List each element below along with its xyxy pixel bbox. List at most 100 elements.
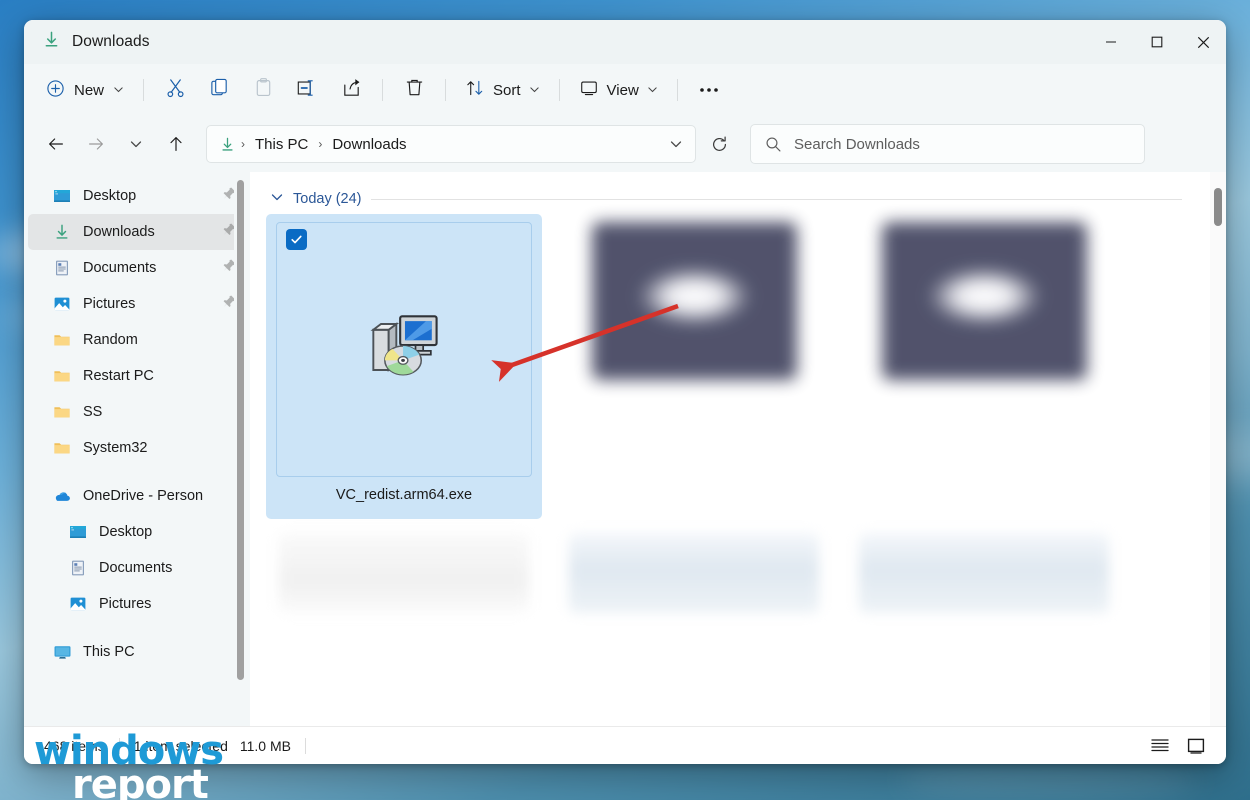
maximize-button[interactable] [1134, 20, 1180, 64]
address-bar[interactable]: › This PC › Downloads [206, 125, 696, 163]
sidebar-item-ss[interactable]: SS [28, 394, 244, 430]
window-title: Downloads [72, 33, 150, 50]
refresh-icon [712, 135, 726, 151]
new-button-label: New [74, 81, 105, 99]
command-toolbar: New Sort View [24, 64, 1226, 116]
more-options-button[interactable] [687, 73, 731, 107]
sort-button-label: Sort [493, 81, 521, 99]
downloads-arrow-icon [52, 222, 72, 242]
arrow-up-icon [170, 137, 182, 151]
copy-icon [209, 77, 230, 103]
recent-locations-button[interactable] [116, 127, 156, 161]
file-tile-blurred[interactable] [846, 533, 1122, 623]
forward-button[interactable] [76, 127, 116, 161]
delete-button[interactable] [392, 73, 436, 107]
file-grid: VC_redist.arm64.exe [250, 212, 1226, 623]
selection-count-label: 1 item selected [133, 737, 228, 754]
sidebar-item-onedrive[interactable]: OneDrive - Person [28, 478, 244, 514]
paste-button[interactable] [241, 73, 285, 107]
back-button[interactable] [36, 127, 76, 161]
chevron-down-icon [529, 82, 540, 99]
sidebar-item-onedrive-desktop[interactable]: Desktop [28, 514, 244, 550]
large-icons-view-icon [1187, 738, 1205, 754]
status-divider [304, 737, 306, 754]
file-list-pane[interactable]: Today (24) VC_redist.arm64.exe [250, 172, 1226, 726]
large-icons-view-button[interactable] [1180, 733, 1212, 759]
watermark-line-2: report [72, 762, 209, 800]
file-explorer-window: Downloads New Sort View › This PC › Down… [24, 20, 1226, 764]
sidebar-item-system32[interactable]: System32 [28, 430, 244, 466]
status-bar: 468 items 1 item selected 11.0 MB [24, 726, 1226, 764]
file-thumbnail [276, 222, 532, 477]
breadcrumb-this-pc[interactable]: This PC [248, 132, 315, 157]
sidebar-item-onedrive-documents[interactable]: Documents [28, 550, 244, 586]
selection-checkbox[interactable] [286, 229, 307, 250]
folder-icon [52, 438, 72, 458]
blurred-thumbnail [859, 533, 1109, 613]
sort-arrows-icon [465, 78, 485, 102]
sidebar-item-label: Desktop [99, 524, 153, 540]
cut-button[interactable] [153, 73, 197, 107]
address-bar-row: › This PC › Downloads [24, 116, 1226, 172]
sidebar-item-desktop[interactable]: Desktop [28, 178, 244, 214]
file-tile-vc-redist[interactable]: VC_redist.arm64.exe [266, 214, 542, 519]
this-pc-icon [52, 642, 72, 662]
selection-size-label: 11.0 MB [239, 737, 291, 754]
breadcrumb-downloads[interactable]: Downloads [325, 132, 413, 157]
share-button[interactable] [329, 73, 373, 107]
scissors-icon [165, 77, 186, 103]
breadcrumb-separator: › [318, 137, 323, 151]
breadcrumb-separator: › [241, 137, 245, 151]
minimize-button[interactable] [1088, 20, 1134, 64]
sidebar-item-downloads[interactable]: Downloads [28, 214, 244, 250]
content-scrollbar-track[interactable] [1210, 172, 1226, 726]
sidebar-item-label: Downloads [83, 224, 155, 240]
wallpaper-cloud [900, 760, 1200, 800]
sidebar-item-restart-pc[interactable]: Restart PC [28, 358, 244, 394]
desktop-icon [52, 186, 72, 206]
chevron-down-icon [113, 82, 124, 99]
file-tile-blurred[interactable] [266, 533, 542, 623]
sort-button[interactable]: Sort [455, 73, 550, 107]
copy-button[interactable] [197, 73, 241, 107]
share-icon [341, 77, 362, 103]
refresh-button[interactable] [704, 129, 734, 159]
sidebar-item-label: This PC [83, 644, 135, 660]
content-scrollbar-thumb[interactable] [1214, 188, 1222, 226]
sidebar-item-this-pc[interactable]: This PC [28, 634, 244, 670]
sidebar-scrollbar-thumb[interactable] [237, 180, 244, 680]
file-tile-blurred[interactable] [556, 214, 832, 519]
up-button[interactable] [156, 127, 196, 161]
sidebar-item-label: Restart PC [83, 368, 154, 384]
search-box[interactable] [750, 124, 1145, 164]
view-button[interactable]: View [569, 73, 668, 107]
file-tile-blurred[interactable] [846, 214, 1122, 519]
sidebar-item-documents[interactable]: Documents [28, 250, 244, 286]
installer-exe-icon [358, 301, 450, 398]
blurred-thumbnail [569, 533, 819, 613]
sidebar-item-label: Random [83, 332, 138, 348]
sidebar-item-onedrive-pictures[interactable]: Pictures [28, 586, 244, 622]
sidebar-item-label: SS [83, 404, 103, 420]
file-tile-blurred[interactable] [556, 533, 832, 623]
breadcrumb: › This PC › Downloads [240, 132, 661, 157]
address-dropdown-button[interactable] [661, 129, 691, 159]
close-button[interactable] [1180, 20, 1226, 64]
group-header-today[interactable]: Today (24) [250, 172, 1226, 212]
toolbar-divider [445, 79, 447, 101]
file-name-label: VC_redist.arm64.exe [335, 487, 473, 503]
trash-icon [404, 77, 425, 103]
sidebar-item-pictures[interactable]: Pictures [28, 286, 244, 322]
navigation-pane: Desktop Downloads Documents Pictures Ran… [24, 172, 250, 726]
sidebar-item-random[interactable]: Random [28, 322, 244, 358]
rename-button[interactable] [285, 73, 329, 107]
chevron-down-icon[interactable] [270, 190, 284, 209]
details-view-icon [1151, 739, 1169, 752]
downloads-arrow-icon [219, 136, 236, 153]
new-button[interactable]: New [38, 73, 134, 107]
sidebar-item-label: Desktop [83, 188, 137, 204]
details-view-button[interactable] [1144, 733, 1176, 759]
group-header-label: Today (24) [293, 191, 362, 207]
ellipsis-icon [699, 88, 718, 92]
search-input[interactable] [794, 135, 1130, 153]
